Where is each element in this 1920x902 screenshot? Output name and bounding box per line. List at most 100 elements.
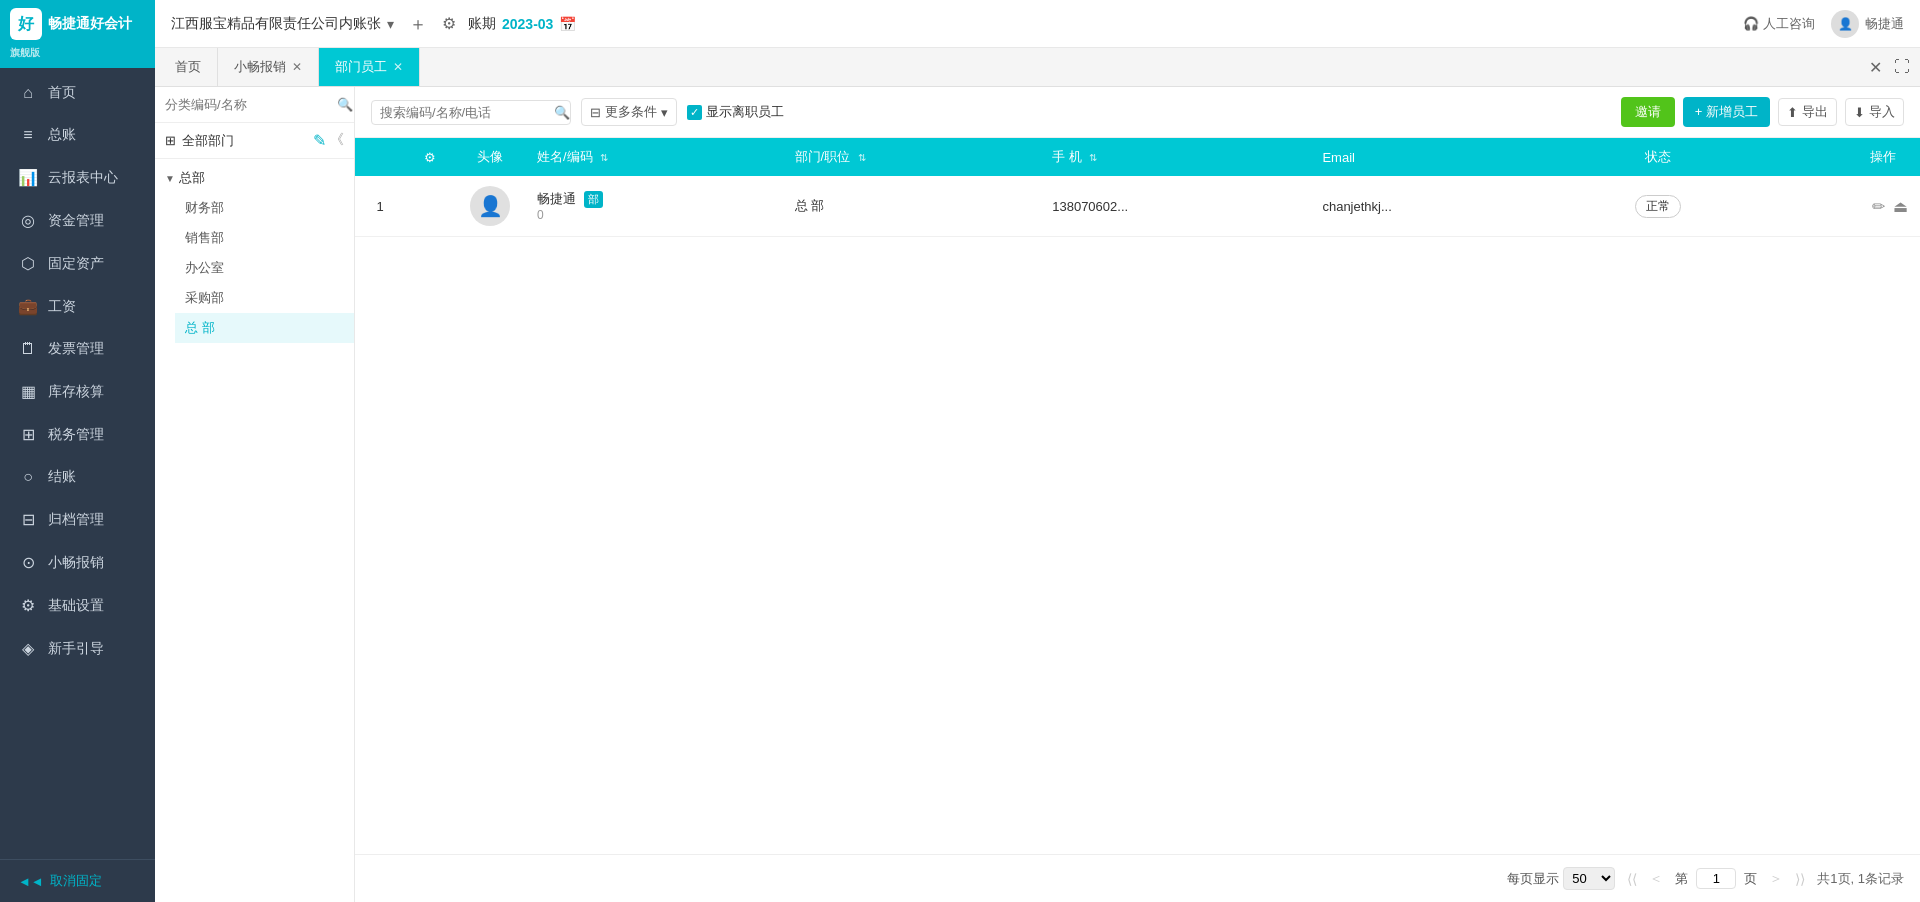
sidebar-item-archive[interactable]: ⊟ 归档管理 bbox=[0, 498, 155, 541]
tab-expense-close[interactable]: ✕ bbox=[292, 60, 302, 74]
cell-name: 畅捷通 部 0 bbox=[525, 176, 783, 237]
sidebar-item-ledger[interactable]: ≡ 总账 bbox=[0, 114, 155, 156]
edit-employee-icon[interactable]: ✏ bbox=[1872, 197, 1885, 216]
dept-search-bar: 🔍 bbox=[155, 87, 354, 123]
sidebar-item-funds[interactable]: ◎ 资金管理 bbox=[0, 199, 155, 242]
assets-icon: ⬡ bbox=[18, 254, 38, 273]
user-name: 畅捷通 bbox=[1865, 15, 1904, 33]
col-name[interactable]: 姓名/编码 ⇅ bbox=[525, 138, 783, 176]
col-dept[interactable]: 部门/职位 ⇅ bbox=[783, 138, 1041, 176]
sidebar-item-tax[interactable]: ⊞ 税务管理 bbox=[0, 413, 155, 456]
sidebar-item-home[interactable]: ⌂ 首页 bbox=[0, 72, 155, 114]
header-right: 🎧 人工咨询 👤 畅捷通 bbox=[1743, 10, 1904, 38]
sidebar-label-payroll: 工资 bbox=[48, 298, 76, 316]
tab-expense[interactable]: 小畅报销 ✕ bbox=[218, 48, 319, 86]
dept-search-icon[interactable]: 🔍 bbox=[337, 97, 353, 112]
status-badge: 正常 bbox=[1635, 195, 1681, 218]
dept-child-sales[interactable]: 销售部 bbox=[175, 223, 354, 253]
employee-panel: 🔍 ⊟ 更多条件 ▾ ✓ 显示离职员工 邀请 + 新增员工 ⬆ 导出 bbox=[355, 87, 1920, 902]
tab-home[interactable]: 首页 bbox=[159, 48, 218, 86]
dept-header: ⊞ 全部部门 ✎ 《 bbox=[155, 123, 354, 159]
tab-dept-employee[interactable]: 部门员工 ✕ bbox=[319, 48, 420, 86]
unpin-icon: ◄◄ bbox=[18, 874, 44, 889]
more-filter-button[interactable]: ⊟ 更多条件 ▾ bbox=[581, 98, 677, 126]
page-number-input[interactable] bbox=[1696, 868, 1736, 889]
add-company-button[interactable]: ＋ bbox=[406, 12, 430, 36]
employee-search-box: 🔍 bbox=[371, 100, 571, 125]
user-menu[interactable]: 👤 畅捷通 bbox=[1831, 10, 1904, 38]
filter-icon: ⊟ bbox=[590, 105, 601, 120]
company-dropdown-icon[interactable]: ▾ bbox=[387, 16, 394, 32]
invite-button[interactable]: 邀请 bbox=[1621, 97, 1675, 127]
cell-status: 正常 bbox=[1563, 176, 1752, 237]
export-icon: ⬆ bbox=[1787, 105, 1798, 120]
first-page-button[interactable]: ⟨⟨ bbox=[1623, 869, 1641, 889]
cell-num: 1 bbox=[355, 176, 405, 237]
main-area: 江西服宝精品有限责任公司内账张 ▾ ＋ ⚙ 账期 2023-03 📅 🎧 人工咨… bbox=[155, 0, 1920, 902]
sidebar-item-checkout[interactable]: ○ 结账 bbox=[0, 456, 155, 498]
dept-child-hq[interactable]: 总 部 bbox=[175, 313, 354, 343]
col-settings[interactable]: ⚙ bbox=[405, 138, 455, 176]
collapse-icon[interactable]: 《 bbox=[330, 131, 344, 150]
logo-icon: 好 bbox=[10, 8, 42, 40]
per-page-select[interactable]: 50 100 200 bbox=[1563, 867, 1615, 890]
dept-group-hq[interactable]: ▼ 总部 bbox=[155, 163, 354, 193]
cell-settings bbox=[405, 176, 455, 237]
sidebar: 好 畅捷通好会计 旗舰版 ⌂ 首页 ≡ 总账 📊 云报表中心 ◎ 资金管理 ⬡ … bbox=[0, 0, 155, 902]
sidebar-item-reports[interactable]: 📊 云报表中心 bbox=[0, 156, 155, 199]
tab-dept-close[interactable]: ✕ bbox=[393, 60, 403, 74]
close-tab-button[interactable]: ✕ bbox=[1867, 56, 1884, 79]
sidebar-item-inventory[interactable]: ▦ 库存核算 bbox=[0, 370, 155, 413]
sidebar-item-expense[interactable]: ⊙ 小畅报销 bbox=[0, 541, 155, 584]
department-panel: 🔍 ⊞ 全部部门 ✎ 《 ▼ 总部 财务部 bbox=[155, 87, 355, 902]
dept-child-finance[interactable]: 财务部 bbox=[175, 193, 354, 223]
expand-tab-button[interactable]: ⛶ bbox=[1892, 56, 1912, 78]
employee-avatar: 👤 bbox=[470, 186, 510, 226]
page-size-selector: 每页显示 50 100 200 bbox=[1507, 867, 1615, 890]
page-word: 第 bbox=[1675, 870, 1688, 888]
import-icon: ⬇ bbox=[1854, 105, 1865, 120]
dept-child-office[interactable]: 办公室 bbox=[175, 253, 354, 283]
sidebar-label-home: 首页 bbox=[48, 84, 76, 102]
col-phone[interactable]: 手 机 ⇅ bbox=[1040, 138, 1310, 176]
sidebar-item-guide[interactable]: ◈ 新手引导 bbox=[0, 627, 155, 670]
cell-phone: 138070602... bbox=[1040, 176, 1310, 237]
add-employee-button[interactable]: + 新增员工 bbox=[1683, 97, 1770, 127]
next-page-button[interactable]: ＞ bbox=[1765, 868, 1787, 890]
prev-page-button[interactable]: ＜ bbox=[1645, 868, 1667, 890]
sidebar-item-settings[interactable]: ⚙ 基础设置 bbox=[0, 584, 155, 627]
page-unit: 页 bbox=[1744, 870, 1757, 888]
dept-child-purchase[interactable]: 采购部 bbox=[175, 283, 354, 313]
last-page-button[interactable]: ⟩⟩ bbox=[1791, 869, 1809, 889]
sidebar-item-payroll[interactable]: 💼 工资 bbox=[0, 285, 155, 328]
sidebar-item-assets[interactable]: ⬡ 固定资产 bbox=[0, 242, 155, 285]
all-dept-label[interactable]: ⊞ 全部部门 bbox=[165, 132, 234, 150]
app-logo: 好 畅捷通好会计 旗舰版 bbox=[0, 0, 155, 68]
sidebar-label-tax: 税务管理 bbox=[48, 426, 104, 444]
sidebar-label-guide: 新手引导 bbox=[48, 640, 104, 658]
dept-search-input[interactable] bbox=[165, 97, 333, 112]
employee-search-input[interactable] bbox=[380, 105, 548, 120]
sidebar-nav: ⌂ 首页 ≡ 总账 📊 云报表中心 ◎ 资金管理 ⬡ 固定资产 💼 工资 🗒 发… bbox=[0, 68, 155, 859]
support-link[interactable]: 🎧 人工咨询 bbox=[1743, 15, 1815, 33]
cell-action: ✏ ⏏ bbox=[1752, 176, 1920, 237]
export-button[interactable]: ⬆ 导出 bbox=[1778, 98, 1837, 126]
payroll-icon: 💼 bbox=[18, 297, 38, 316]
import-button[interactable]: ⬇ 导入 bbox=[1845, 98, 1904, 126]
show-resigned-checkbox[interactable]: ✓ 显示离职员工 bbox=[687, 103, 784, 121]
unpin-label: 取消固定 bbox=[50, 872, 102, 890]
sort-name-icon: ⇅ bbox=[600, 152, 608, 163]
checkbox-icon[interactable]: ✓ bbox=[687, 105, 702, 120]
sidebar-item-invoice[interactable]: 🗒 发票管理 bbox=[0, 328, 155, 370]
header-settings-icon[interactable]: ⚙ bbox=[442, 14, 456, 33]
inventory-icon: ▦ bbox=[18, 382, 38, 401]
archive-icon: ⊟ bbox=[18, 510, 38, 529]
unpin-button[interactable]: ◄◄ 取消固定 bbox=[0, 859, 155, 902]
edit-dept-icon[interactable]: ✎ bbox=[313, 131, 326, 150]
calendar-icon[interactable]: 📅 bbox=[559, 16, 576, 32]
cell-email: chanjethkj... bbox=[1310, 176, 1563, 237]
employee-search-icon[interactable]: 🔍 bbox=[554, 105, 570, 120]
logout-employee-icon[interactable]: ⏏ bbox=[1893, 197, 1908, 216]
app-version: 旗舰版 bbox=[10, 46, 40, 60]
tab-expense-label: 小畅报销 bbox=[234, 58, 286, 76]
